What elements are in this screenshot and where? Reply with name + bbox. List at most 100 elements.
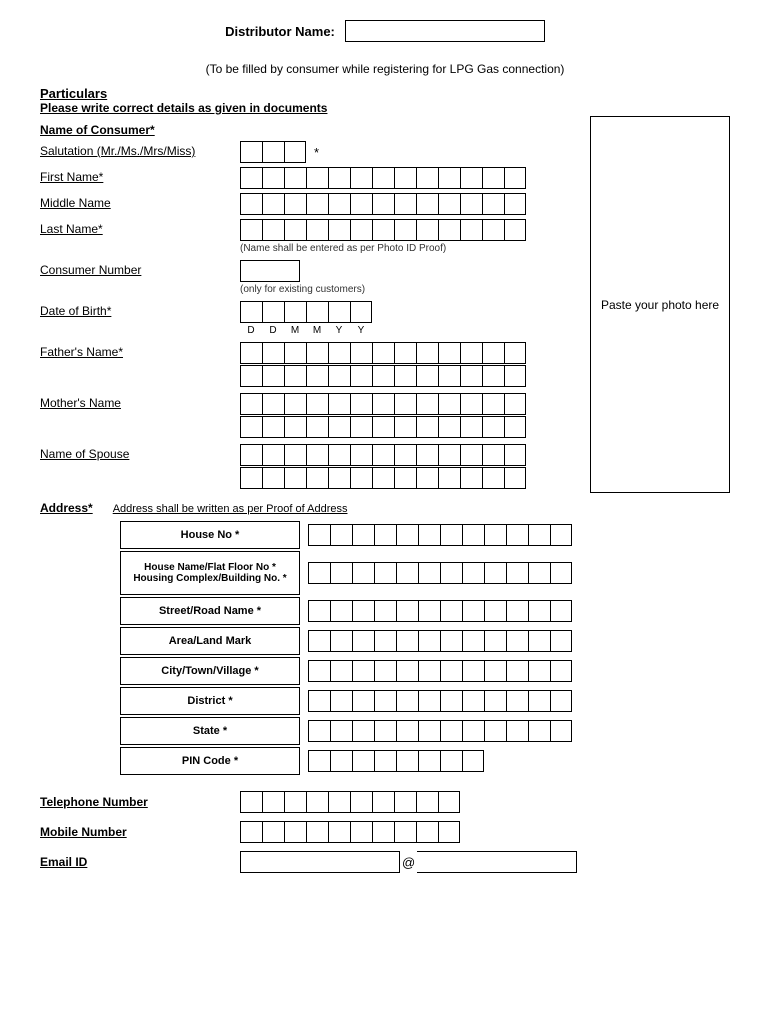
consumer-number-input[interactable] bbox=[240, 260, 300, 282]
dob-m2[interactable] bbox=[306, 301, 328, 323]
hname-c7[interactable] bbox=[440, 562, 462, 584]
ln-c8[interactable] bbox=[394, 219, 416, 241]
st-c7[interactable] bbox=[440, 600, 462, 622]
moth-r1c6[interactable] bbox=[350, 393, 372, 415]
mob-c10[interactable] bbox=[438, 821, 460, 843]
mob-c8[interactable] bbox=[394, 821, 416, 843]
ar-c2[interactable] bbox=[330, 630, 352, 652]
mob-c9[interactable] bbox=[416, 821, 438, 843]
di-c12[interactable] bbox=[550, 690, 572, 712]
ct-c10[interactable] bbox=[506, 660, 528, 682]
hname-c6[interactable] bbox=[418, 562, 440, 584]
mn-c11[interactable] bbox=[460, 193, 482, 215]
fath-r1c3[interactable] bbox=[284, 342, 306, 364]
sp-r1c6[interactable] bbox=[350, 444, 372, 466]
di-c10[interactable] bbox=[506, 690, 528, 712]
ct-c9[interactable] bbox=[484, 660, 506, 682]
ct-c2[interactable] bbox=[330, 660, 352, 682]
street-cells[interactable] bbox=[308, 600, 572, 622]
hname-c1[interactable] bbox=[308, 562, 330, 584]
sp-r2c2[interactable] bbox=[262, 467, 284, 489]
hname-c3[interactable] bbox=[352, 562, 374, 584]
sp-r2c11[interactable] bbox=[460, 467, 482, 489]
st-c10[interactable] bbox=[506, 600, 528, 622]
ln-c10[interactable] bbox=[438, 219, 460, 241]
sp-r1c12[interactable] bbox=[482, 444, 504, 466]
di-c7[interactable] bbox=[440, 690, 462, 712]
fath-r2c7[interactable] bbox=[372, 365, 394, 387]
sp-r1c7[interactable] bbox=[372, 444, 394, 466]
moth-r1c11[interactable] bbox=[460, 393, 482, 415]
mob-c6[interactable] bbox=[350, 821, 372, 843]
fn-c12[interactable] bbox=[482, 167, 504, 189]
moth-r2c5[interactable] bbox=[328, 416, 350, 438]
moth-r2c10[interactable] bbox=[438, 416, 460, 438]
pin-c2[interactable] bbox=[330, 750, 352, 772]
hname-c5[interactable] bbox=[396, 562, 418, 584]
ar-c4[interactable] bbox=[374, 630, 396, 652]
di-c6[interactable] bbox=[418, 690, 440, 712]
salutation-cell-3[interactable] bbox=[284, 141, 306, 163]
mob-c4[interactable] bbox=[306, 821, 328, 843]
ln-c2[interactable] bbox=[262, 219, 284, 241]
fath-r2c6[interactable] bbox=[350, 365, 372, 387]
fath-r2c3[interactable] bbox=[284, 365, 306, 387]
sta-c5[interactable] bbox=[396, 720, 418, 742]
ln-c13[interactable] bbox=[504, 219, 526, 241]
di-c9[interactable] bbox=[484, 690, 506, 712]
hname-c10[interactable] bbox=[506, 562, 528, 584]
hn-c5[interactable] bbox=[396, 524, 418, 546]
fn-c6[interactable] bbox=[350, 167, 372, 189]
fath-r1c4[interactable] bbox=[306, 342, 328, 364]
fn-c1[interactable] bbox=[240, 167, 262, 189]
moth-r1c12[interactable] bbox=[482, 393, 504, 415]
ct-c7[interactable] bbox=[440, 660, 462, 682]
sp-r2c4[interactable] bbox=[306, 467, 328, 489]
moth-r2c6[interactable] bbox=[350, 416, 372, 438]
moth-r2c3[interactable] bbox=[284, 416, 306, 438]
ln-c9[interactable] bbox=[416, 219, 438, 241]
ar-c11[interactable] bbox=[528, 630, 550, 652]
area-cells[interactable] bbox=[308, 630, 572, 652]
sp-r2c6[interactable] bbox=[350, 467, 372, 489]
fath-r1c7[interactable] bbox=[372, 342, 394, 364]
ar-c10[interactable] bbox=[506, 630, 528, 652]
hn-c11[interactable] bbox=[528, 524, 550, 546]
ln-c7[interactable] bbox=[372, 219, 394, 241]
ct-c3[interactable] bbox=[352, 660, 374, 682]
fath-r1c11[interactable] bbox=[460, 342, 482, 364]
salutation-cell-2[interactable] bbox=[262, 141, 284, 163]
ar-c12[interactable] bbox=[550, 630, 572, 652]
moth-r1c9[interactable] bbox=[416, 393, 438, 415]
distributor-name-input[interactable] bbox=[345, 20, 545, 42]
di-c8[interactable] bbox=[462, 690, 484, 712]
st-c5[interactable] bbox=[396, 600, 418, 622]
ar-c1[interactable] bbox=[308, 630, 330, 652]
mob-c1[interactable] bbox=[240, 821, 262, 843]
fath-r2c2[interactable] bbox=[262, 365, 284, 387]
fn-c7[interactable] bbox=[372, 167, 394, 189]
moth-r2c13[interactable] bbox=[504, 416, 526, 438]
mn-c1[interactable] bbox=[240, 193, 262, 215]
email-local-input[interactable] bbox=[240, 851, 400, 873]
sp-r2c9[interactable] bbox=[416, 467, 438, 489]
pin-c3[interactable] bbox=[352, 750, 374, 772]
sta-c8[interactable] bbox=[462, 720, 484, 742]
moth-r1c4[interactable] bbox=[306, 393, 328, 415]
sta-c3[interactable] bbox=[352, 720, 374, 742]
fath-r2c10[interactable] bbox=[438, 365, 460, 387]
fath-r1c8[interactable] bbox=[394, 342, 416, 364]
state-cells[interactable] bbox=[308, 720, 572, 742]
house-name-cells[interactable] bbox=[308, 562, 572, 584]
sp-r1c11[interactable] bbox=[460, 444, 482, 466]
hn-c2[interactable] bbox=[330, 524, 352, 546]
moth-r1c10[interactable] bbox=[438, 393, 460, 415]
sp-r1c4[interactable] bbox=[306, 444, 328, 466]
fath-r1c5[interactable] bbox=[328, 342, 350, 364]
fn-c5[interactable] bbox=[328, 167, 350, 189]
pin-c7[interactable] bbox=[440, 750, 462, 772]
ln-c1[interactable] bbox=[240, 219, 262, 241]
tel-c8[interactable] bbox=[394, 791, 416, 813]
pin-cells[interactable] bbox=[308, 750, 484, 772]
mn-c8[interactable] bbox=[394, 193, 416, 215]
